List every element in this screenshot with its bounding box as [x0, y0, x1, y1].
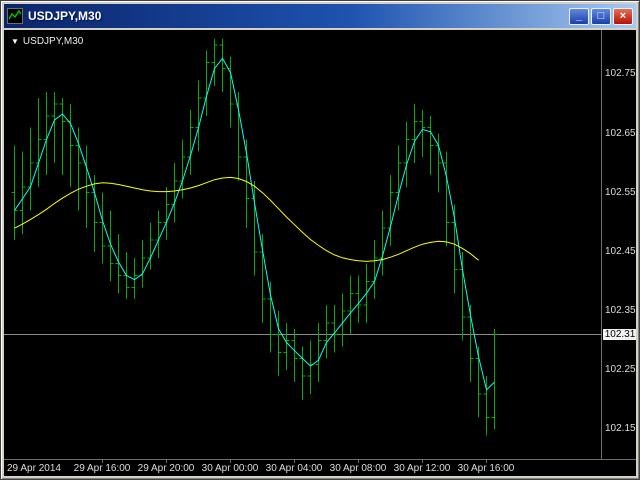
time-scale-label: 30 Apr 12:00: [393, 463, 451, 474]
price-scale-label: 102.15: [605, 423, 636, 435]
time-scale-label: 29 Apr 20:00: [137, 463, 195, 474]
time-scale-label: 29 Apr 16:00: [73, 463, 131, 474]
bid-price-label: 102.31: [602, 327, 636, 341]
price-scale-separator[interactable]: [601, 30, 602, 459]
price-scale-label: 102.45: [605, 245, 636, 257]
ohlc-bars: [11, 38, 498, 436]
window-title: USDJPY,M30: [28, 9, 102, 23]
time-scale-label: 30 Apr 08:00: [329, 463, 387, 474]
chart-window: USDJPY,M30 _ □ × 102.75 102.65 102.55 102.4…: [0, 0, 640, 480]
one-click-trading-arrow[interactable]: ▼: [11, 37, 19, 46]
price-scale-label: 102.55: [605, 186, 636, 198]
time-scale-label: 30 Apr 00:00: [201, 463, 259, 474]
close-button[interactable]: ×: [613, 7, 633, 25]
close-icon: ×: [619, 9, 627, 22]
price-plot[interactable]: [4, 33, 601, 459]
symbol-timeframe-label: USDJPY,M30: [22, 36, 84, 47]
time-scale-label: 29 Apr 2014: [7, 463, 61, 474]
maximize-button[interactable]: □: [591, 7, 611, 25]
chart-corner-label: ▼ USDJPY,M30: [11, 36, 83, 47]
chart-window-icon: [7, 8, 23, 24]
chart-area[interactable]: 102.75 102.65 102.55 102.45 102.35 102.25 102.…: [4, 30, 636, 476]
minimize-icon: _: [575, 9, 583, 22]
maximize-icon: □: [597, 9, 605, 22]
title-bar[interactable]: USDJPY,M30 _ □ ×: [4, 4, 636, 28]
time-scale-label: 30 Apr 16:00: [457, 463, 515, 474]
price-scale-label: 102.25: [605, 364, 636, 376]
price-scale-label: 102.75: [605, 68, 636, 80]
minimize-button[interactable]: _: [569, 7, 589, 25]
time-scale-label: 30 Apr 04:00: [265, 463, 323, 474]
price-scale-label: 102.65: [605, 127, 636, 139]
time-scale-separator[interactable]: [4, 459, 636, 460]
price-scale-label: 102.35: [605, 305, 636, 317]
